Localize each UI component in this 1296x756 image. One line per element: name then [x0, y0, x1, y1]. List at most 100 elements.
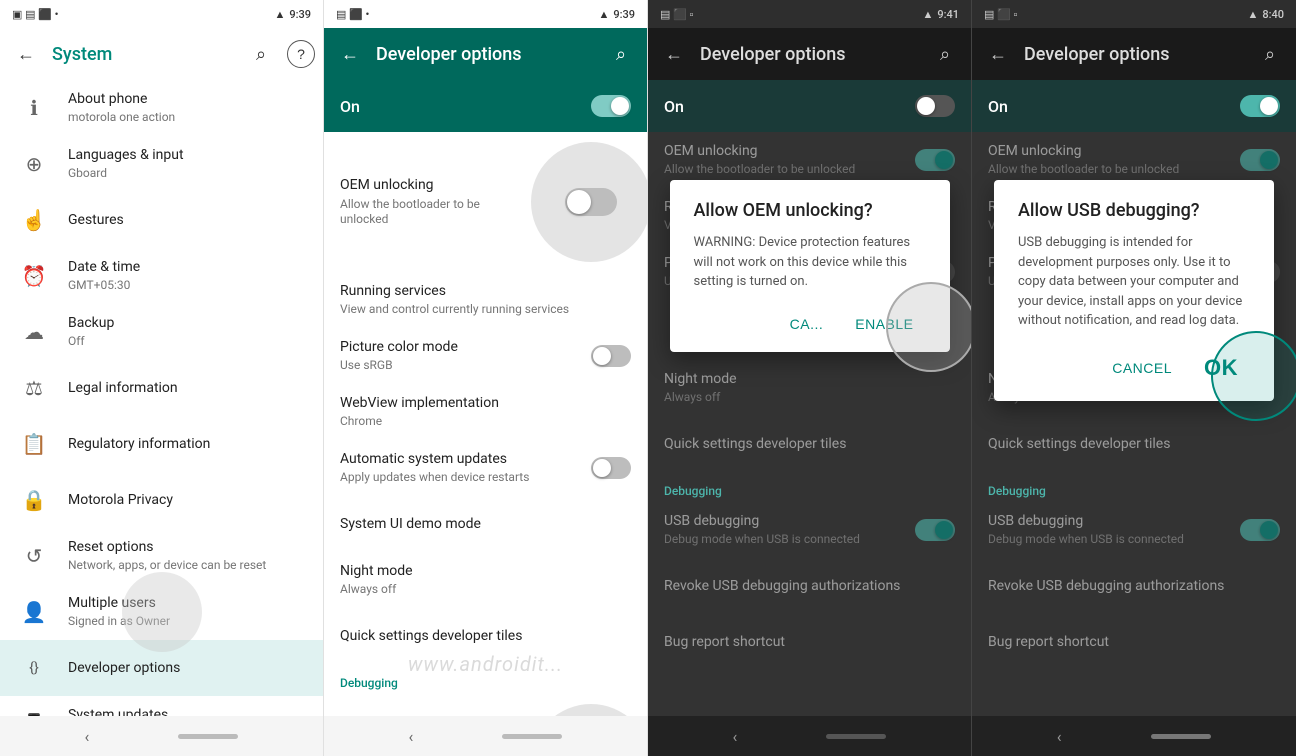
- usb-dialog-overlay: Allow USB debugging? USB debugging is in…: [982, 180, 1286, 401]
- wifi-icon-mid: ▲: [598, 8, 609, 21]
- search-button-left[interactable]: ⌕: [243, 36, 279, 72]
- dev-on-label-r2: On: [988, 97, 1240, 116]
- privacy-item[interactable]: 🔒 Motorola Privacy: [0, 472, 323, 528]
- nav-back-r1[interactable]: ‹: [733, 727, 738, 746]
- wifi-r1: ▲: [922, 8, 933, 21]
- dev-on-label-mid: On: [340, 97, 591, 116]
- privacy-title: Motorola Privacy: [68, 491, 307, 509]
- notif-icons-r2: ▤ ⬛ ▫: [984, 8, 1017, 21]
- oem-title-mid: OEM unlocking: [340, 176, 531, 194]
- datetime-icon: ⏰: [16, 258, 52, 294]
- users-item[interactable]: 👤 Multiple users Signed in as Owner: [0, 584, 323, 640]
- webview-subtitle-mid: Chrome: [340, 414, 631, 430]
- dev-on-toggle-r1[interactable]: [915, 95, 955, 117]
- oem-dialog-title: Allow OEM unlocking?: [694, 200, 926, 221]
- reset-subtitle: Network, apps, or device can be reset: [68, 558, 307, 574]
- back-button-r1[interactable]: ←: [656, 36, 692, 72]
- dev-title-r1: Developer options: [700, 44, 919, 65]
- reset-item[interactable]: ↺ Reset options Network, apps, or device…: [0, 528, 323, 584]
- oem-toggle-zoomed[interactable]: [565, 188, 617, 216]
- search-button-mid[interactable]: ⌕: [603, 36, 639, 72]
- running-services-item-mid[interactable]: Running services View and control curren…: [324, 272, 647, 328]
- reset-icon: ↺: [16, 538, 52, 574]
- dev-on-row-r1[interactable]: On: [648, 80, 971, 132]
- oem-thumb-r2: [1260, 151, 1278, 169]
- system-settings-list: ℹ About phone motorola one action ⊕ Lang…: [0, 80, 323, 716]
- panel-developer-usb-dialog: ▤ ⬛ ▫ ▲ 8:40 ← Developer options ⌕ On OE…: [972, 0, 1296, 756]
- time-mid: 9:39: [613, 8, 635, 21]
- lang-title: Languages & input: [68, 146, 307, 164]
- search-button-r2[interactable]: ⌕: [1252, 36, 1288, 72]
- nav-back-r2[interactable]: ‹: [1057, 727, 1062, 746]
- oem-toggle-r2: [1240, 149, 1280, 171]
- revoke-r1: Revoke USB debugging authorizations: [648, 558, 971, 614]
- pic-color-toggle-mid[interactable]: [591, 345, 631, 367]
- gesture-icon: ☝: [16, 202, 52, 238]
- auto-update-item-mid[interactable]: Automatic system updates Apply updates w…: [324, 440, 647, 496]
- time-left: 9:39: [289, 8, 311, 21]
- backup-item[interactable]: ☁ Backup Off: [0, 304, 323, 360]
- dev-on-label-r1: On: [664, 97, 915, 116]
- status-bar-mid: ▤ ⬛ • ▲ 9:39: [324, 0, 647, 28]
- usb-dialog-body: USB debugging is intended for developmen…: [1018, 233, 1250, 331]
- night-title-mid: Night mode: [340, 562, 631, 580]
- oem-unlock-item-mid[interactable]: OEM unlocking Allow the bootloader to be…: [324, 132, 647, 272]
- back-button-mid[interactable]: ←: [332, 36, 368, 72]
- datetime-title: Date & time: [68, 258, 307, 276]
- help-button-left[interactable]: ?: [287, 40, 315, 68]
- nav-back-left[interactable]: ‹: [85, 727, 90, 746]
- dev-on-row-mid[interactable]: On: [324, 80, 647, 132]
- dev-on-row-r2[interactable]: On: [972, 80, 1296, 132]
- oem-thumb-r1: [935, 151, 953, 169]
- running-subtitle-mid: View and control currently running servi…: [340, 302, 631, 318]
- debugging-section-mid: Debugging: [324, 664, 647, 694]
- usb-toggle-r2: [1240, 519, 1280, 541]
- demo-title-mid: System UI demo mode: [340, 515, 631, 533]
- oem-title-r1: OEM unlocking: [664, 142, 915, 160]
- developer-item[interactable]: {} Developer options: [0, 640, 323, 696]
- legal-item[interactable]: ⚖ Legal information: [0, 360, 323, 416]
- datetime-item[interactable]: ⏰ Date & time GMT+05:30: [0, 248, 323, 304]
- gestures-item[interactable]: ☝ Gestures: [0, 192, 323, 248]
- about-title: About phone: [68, 90, 307, 108]
- qs-tiles-item-mid[interactable]: Quick settings developer tiles: [324, 608, 647, 664]
- pic-color-subtitle-mid: Use sRGB: [340, 358, 591, 374]
- nav-bar-r1: ‹: [648, 716, 971, 756]
- backup-subtitle: Off: [68, 334, 307, 350]
- status-left-r2: ▤ ⬛ ▫: [984, 8, 1017, 21]
- wifi-r2: ▲: [1247, 8, 1258, 21]
- time-r1: 9:41: [937, 8, 959, 21]
- languages-item[interactable]: ⊕ Languages & input Gboard: [0, 136, 323, 192]
- regulatory-item[interactable]: 📋 Regulatory information: [0, 416, 323, 472]
- oem-cancel-btn[interactable]: Ca...: [778, 308, 836, 340]
- demo-mode-item-mid[interactable]: System UI demo mode: [324, 496, 647, 552]
- webview-item-mid[interactable]: WebView implementation Chrome: [324, 384, 647, 440]
- gesture-title: Gestures: [68, 211, 307, 229]
- lang-subtitle: Gboard: [68, 166, 307, 182]
- nav-back-mid[interactable]: ‹: [409, 727, 414, 746]
- bug-r1: Bug report shortcut: [648, 614, 971, 670]
- back-button-r2[interactable]: ←: [980, 36, 1016, 72]
- usb-r2: USB debugging Debug mode when USB is con…: [972, 502, 1296, 558]
- oem-sub-r1: Allow the bootloader to be unlocked: [664, 162, 915, 178]
- dev-on-toggle-mid[interactable]: [591, 95, 631, 117]
- system-title: System: [52, 44, 235, 65]
- usb-thumb-r2: [1260, 521, 1278, 539]
- app-bar-r2: ← Developer options ⌕: [972, 28, 1296, 80]
- sysupdates-item[interactable]: 📱 System updates Updated to Android 9: [0, 696, 323, 716]
- about-phone-item[interactable]: ℹ About phone motorola one action: [0, 80, 323, 136]
- search-button-r1[interactable]: ⌕: [927, 36, 963, 72]
- notif-icons-r1: ▤ ⬛ ▫: [660, 8, 693, 21]
- oem-dialog-body: WARNING: Device protection features will…: [694, 233, 926, 292]
- nav-pill-left: [178, 734, 238, 739]
- picture-color-item-mid[interactable]: Picture color mode Use sRGB: [324, 328, 647, 384]
- night-mode-item-mid[interactable]: Night mode Always off: [324, 552, 647, 608]
- usb-cancel-btn[interactable]: Cancel: [1100, 347, 1184, 389]
- back-button-left[interactable]: ←: [8, 36, 44, 72]
- status-right-r1: ▲ 9:41: [922, 8, 959, 21]
- dev-on-toggle-r2[interactable]: [1240, 95, 1280, 117]
- dev-toggle-thumb-r2: [1260, 97, 1278, 115]
- panel-developer-oem-dialog: ▤ ⬛ ▫ ▲ 9:41 ← Developer options ⌕ On OE…: [648, 0, 972, 756]
- usb-debug-item-mid[interactable]: USB debugging Debug mode when USB is con…: [324, 694, 647, 716]
- auto-update-toggle-mid[interactable]: [591, 457, 631, 479]
